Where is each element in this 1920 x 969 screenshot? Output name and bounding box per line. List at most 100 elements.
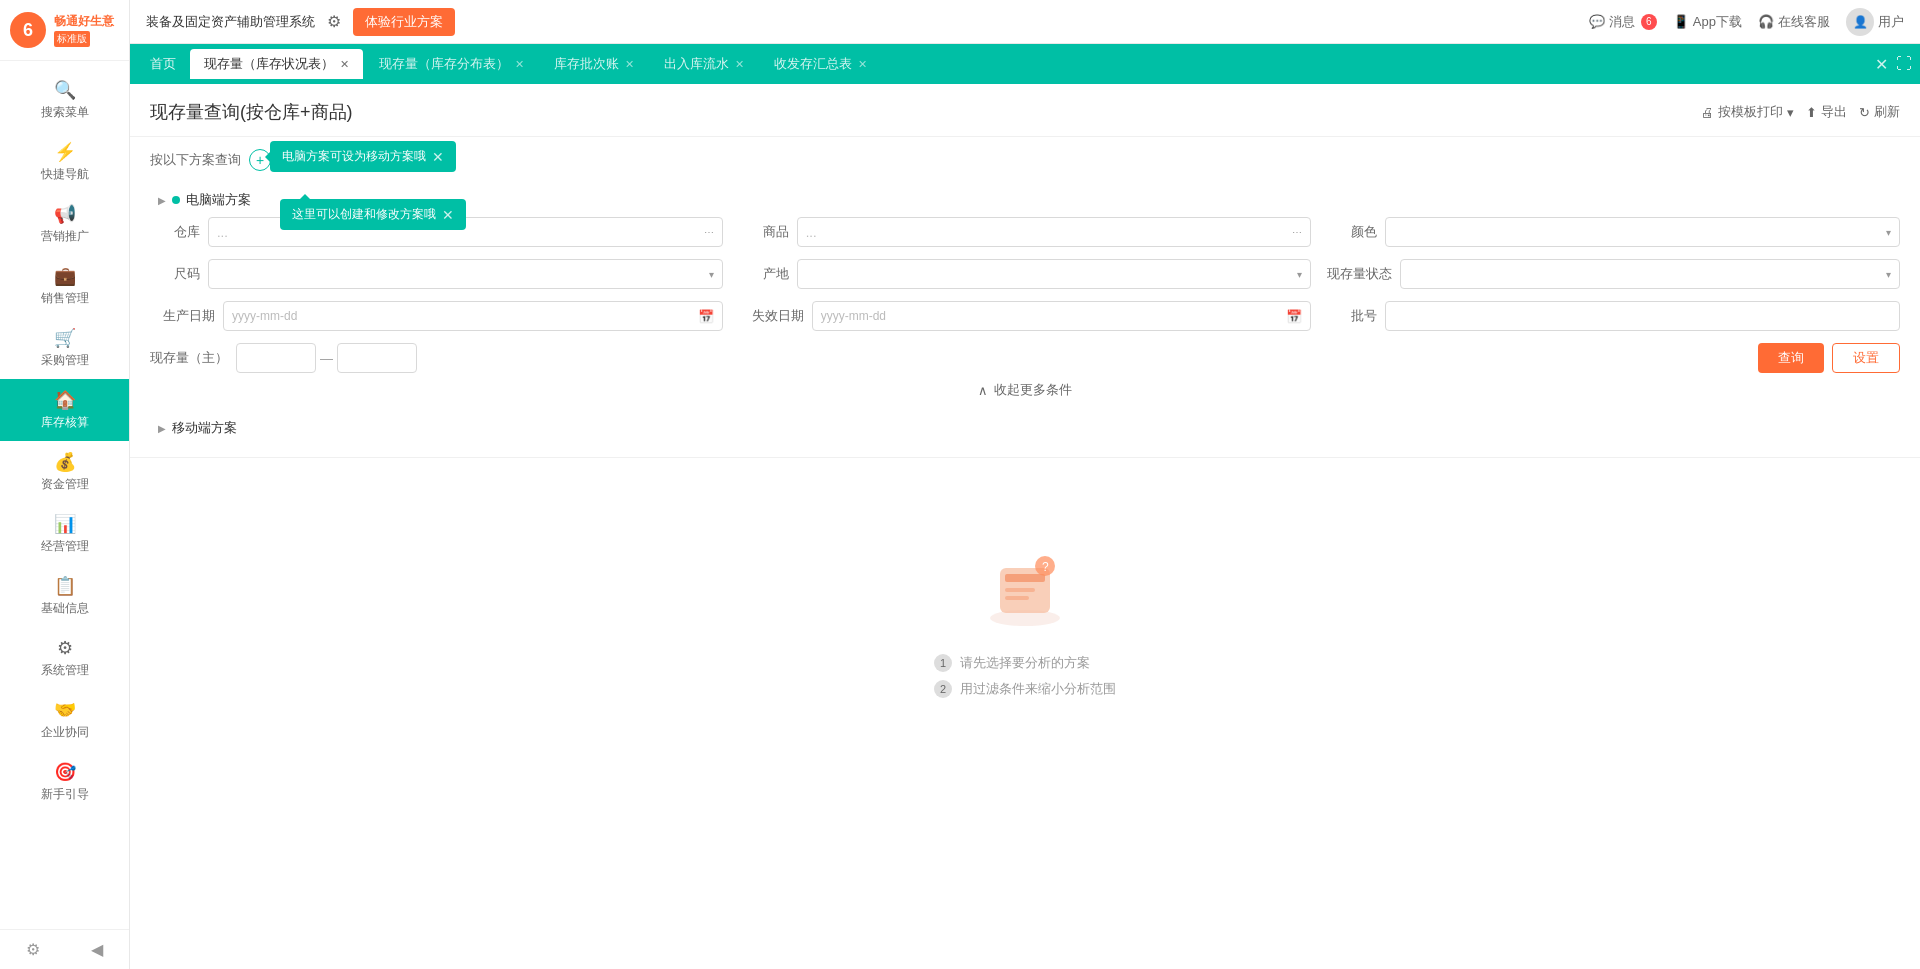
scheme-list-bottom: ▶ 移动端方案 (150, 411, 1900, 445)
sidebar-item-system[interactable]: ⚙ 系统管理 (0, 627, 129, 689)
origin-select[interactable]: ▾ (797, 259, 1312, 289)
sidebar-item-label: 销售管理 (41, 290, 89, 307)
sidebar: 6 畅通好生意 标准版 🔍 搜索菜单 ⚡ 快捷导航 📢 营销推广 💼 销售管理 … (0, 0, 130, 969)
sidebar-item-inventory[interactable]: 🏠 库存核算 (0, 379, 129, 441)
tab-close-all-icon[interactable]: ✕ (1875, 55, 1888, 74)
page-header: 现存量查询(按仓库+商品) 🖨 按模板打印 ▾ ⬆ 导出 ↻ 刷新 (130, 84, 1920, 137)
print-btn[interactable]: 🖨 按模板打印 ▾ (1701, 103, 1794, 121)
reset-btn[interactable]: 设置 (1832, 343, 1900, 373)
sidebar-item-guide[interactable]: 🎯 新手引导 (0, 751, 129, 813)
goods-select[interactable]: ... ⋯ (797, 217, 1312, 247)
export-btn[interactable]: ⬆ 导出 (1806, 103, 1847, 121)
nav-icon: ⚡ (54, 141, 76, 163)
calendar-icon: 📅 (1286, 309, 1302, 324)
header-left: 装备及固定资产辅助管理系统 ⚙ 体验行业方案 (146, 8, 455, 36)
color-select[interactable]: ▾ (1385, 217, 1900, 247)
tooltip-pc-text: 电脑方案可设为移动方案哦 (282, 148, 426, 165)
chevron-down-icon: ⋯ (704, 227, 714, 238)
export-label: 导出 (1821, 103, 1847, 121)
goods-placeholder: ... (806, 225, 817, 240)
tab-bar: 首页 现存量（库存状况表） ✕ 现存量（库存分布表） ✕ 库存批次账 ✕ 出入库… (130, 44, 1920, 84)
scheme-item-mobile[interactable]: ▶ 移动端方案 (150, 415, 1900, 441)
tooltip-pc-scheme: 电脑方案可设为移动方案哦 ✕ (270, 141, 456, 172)
online-support-btn[interactable]: 🎧 在线客服 (1758, 13, 1830, 31)
tab-close-icon[interactable]: ✕ (625, 58, 634, 71)
sidebar-item-purchase[interactable]: 🛒 采购管理 (0, 317, 129, 379)
tab-stock-dist[interactable]: 现存量（库存分布表） ✕ (365, 49, 538, 79)
tab-batch-account[interactable]: 库存批次账 ✕ (540, 49, 648, 79)
filter-field-stock-status: 现存量状态 ▾ (1327, 259, 1900, 289)
user-label: 用户 (1878, 13, 1904, 31)
tab-maximize-icon[interactable]: ⛶ (1896, 55, 1912, 73)
chevron-down-icon: ▾ (1886, 227, 1891, 238)
tab-close-icon[interactable]: ✕ (735, 58, 744, 71)
tab-inout-flow-label: 出入库流水 (664, 55, 729, 73)
enterprise-icon: 🤝 (54, 699, 76, 721)
user-btn[interactable]: 👤 用户 (1846, 8, 1904, 36)
filter-header: 按以下方案查询 + ⟳ ← 电脑方案可设为移动方案哦 ✕ 这里可以创建和修改方案… (150, 149, 1900, 171)
top-header: 装备及固定资产辅助管理系统 ⚙ 体验行业方案 💬 消息 6 📱 App下载 🎧 … (130, 0, 1920, 44)
filter-row-4: 现存量（主） — 查询 设置 (150, 343, 1900, 373)
sidebar-item-operations[interactable]: 📊 经营管理 (0, 503, 129, 565)
app-download-btn[interactable]: 📱 App下载 (1673, 13, 1742, 31)
scheme-arrow-pc: ▶ (158, 195, 166, 206)
message-btn[interactable]: 💬 消息 6 (1589, 13, 1657, 31)
logo-icon: 6 (10, 12, 46, 48)
sidebar-item-finance[interactable]: 💰 资金管理 (0, 441, 129, 503)
tab-close-icon[interactable]: ✕ (858, 58, 867, 71)
industry-btn[interactable]: 体验行业方案 (353, 8, 455, 36)
sidebar-item-nav[interactable]: ⚡ 快捷导航 (0, 131, 129, 193)
tab-close-icon[interactable]: ✕ (340, 58, 349, 71)
system-title: 装备及固定资产辅助管理系统 (146, 13, 315, 31)
sidebar-item-search[interactable]: 🔍 搜索菜单 (0, 69, 129, 131)
empty-hints: 1 请先选择要分析的方案 2 用过滤条件来缩小分析范围 (934, 654, 1116, 698)
finance-icon: 💰 (54, 451, 76, 473)
batch-input[interactable] (1385, 301, 1900, 331)
stock-status-label: 现存量状态 (1327, 265, 1392, 283)
message-label: 消息 (1609, 13, 1635, 31)
tab-stock-status[interactable]: 现存量（库存状况表） ✕ (190, 49, 363, 79)
size-select[interactable]: ▾ (208, 259, 723, 289)
logo-text: 畅通好生意 标准版 (54, 13, 114, 48)
tab-home[interactable]: 首页 (138, 49, 188, 79)
expire-date-input[interactable]: yyyy-mm-dd 📅 (812, 301, 1312, 331)
search-icon: 🔍 (54, 79, 76, 101)
expire-date-placeholder: yyyy-mm-dd (821, 309, 886, 323)
tab-batch-account-label: 库存批次账 (554, 55, 619, 73)
collapse-sidebar-btn[interactable]: ◀ (91, 940, 103, 959)
filter-row-3: 生产日期 yyyy-mm-dd 📅 失效日期 yyyy-mm-dd 📅 (150, 301, 1900, 331)
filter-field-batch: 批号 (1327, 301, 1900, 331)
prod-date-label: 生产日期 (150, 307, 215, 325)
tab-stock-status-label: 现存量（库存状况表） (204, 55, 334, 73)
empty-hint-2: 2 用过滤条件来缩小分析范围 (934, 680, 1116, 698)
chevron-down-icon: ▾ (1886, 269, 1891, 280)
tab-inout-flow[interactable]: 出入库流水 ✕ (650, 49, 758, 79)
tooltip-create-close[interactable]: ✕ (442, 207, 454, 223)
search-btn[interactable]: 查询 (1758, 343, 1824, 373)
tab-actions: ✕ ⛶ (1875, 55, 1912, 74)
tab-close-icon[interactable]: ✕ (515, 58, 524, 71)
sidebar-item-enterprise[interactable]: 🤝 企业协同 (0, 689, 129, 751)
stock-main-min[interactable] (236, 343, 316, 373)
prod-date-input[interactable]: yyyy-mm-dd 📅 (223, 301, 723, 331)
sidebar-item-label: 搜索菜单 (41, 104, 89, 121)
refresh-btn[interactable]: ↻ 刷新 (1859, 103, 1900, 121)
brand-name: 畅通好生意 (54, 13, 114, 30)
filter-field-size: 尺码 ▾ (150, 259, 723, 289)
sidebar-item-label: 经营管理 (41, 538, 89, 555)
tab-recv-send[interactable]: 收发存汇总表 ✕ (760, 49, 881, 79)
filter-label: 按以下方案查询 (150, 151, 241, 169)
stock-main-max[interactable] (337, 343, 417, 373)
collapse-more-btn[interactable]: ∧ 收起更多条件 (150, 373, 1900, 407)
message-badge: 6 (1641, 14, 1657, 30)
prod-date-placeholder: yyyy-mm-dd (232, 309, 297, 323)
sidebar-logo: 6 畅通好生意 标准版 (0, 0, 129, 61)
sidebar-item-sales[interactable]: 💼 销售管理 (0, 255, 129, 317)
chevron-down-icon: ⋯ (1292, 227, 1302, 238)
settings-btn[interactable]: ⚙ (26, 940, 40, 959)
sidebar-item-marketing[interactable]: 📢 营销推广 (0, 193, 129, 255)
header-settings-icon[interactable]: ⚙ (327, 12, 341, 31)
stock-status-select[interactable]: ▾ (1400, 259, 1900, 289)
tooltip-pc-close[interactable]: ✕ (432, 149, 444, 165)
sidebar-item-basic[interactable]: 📋 基础信息 (0, 565, 129, 627)
